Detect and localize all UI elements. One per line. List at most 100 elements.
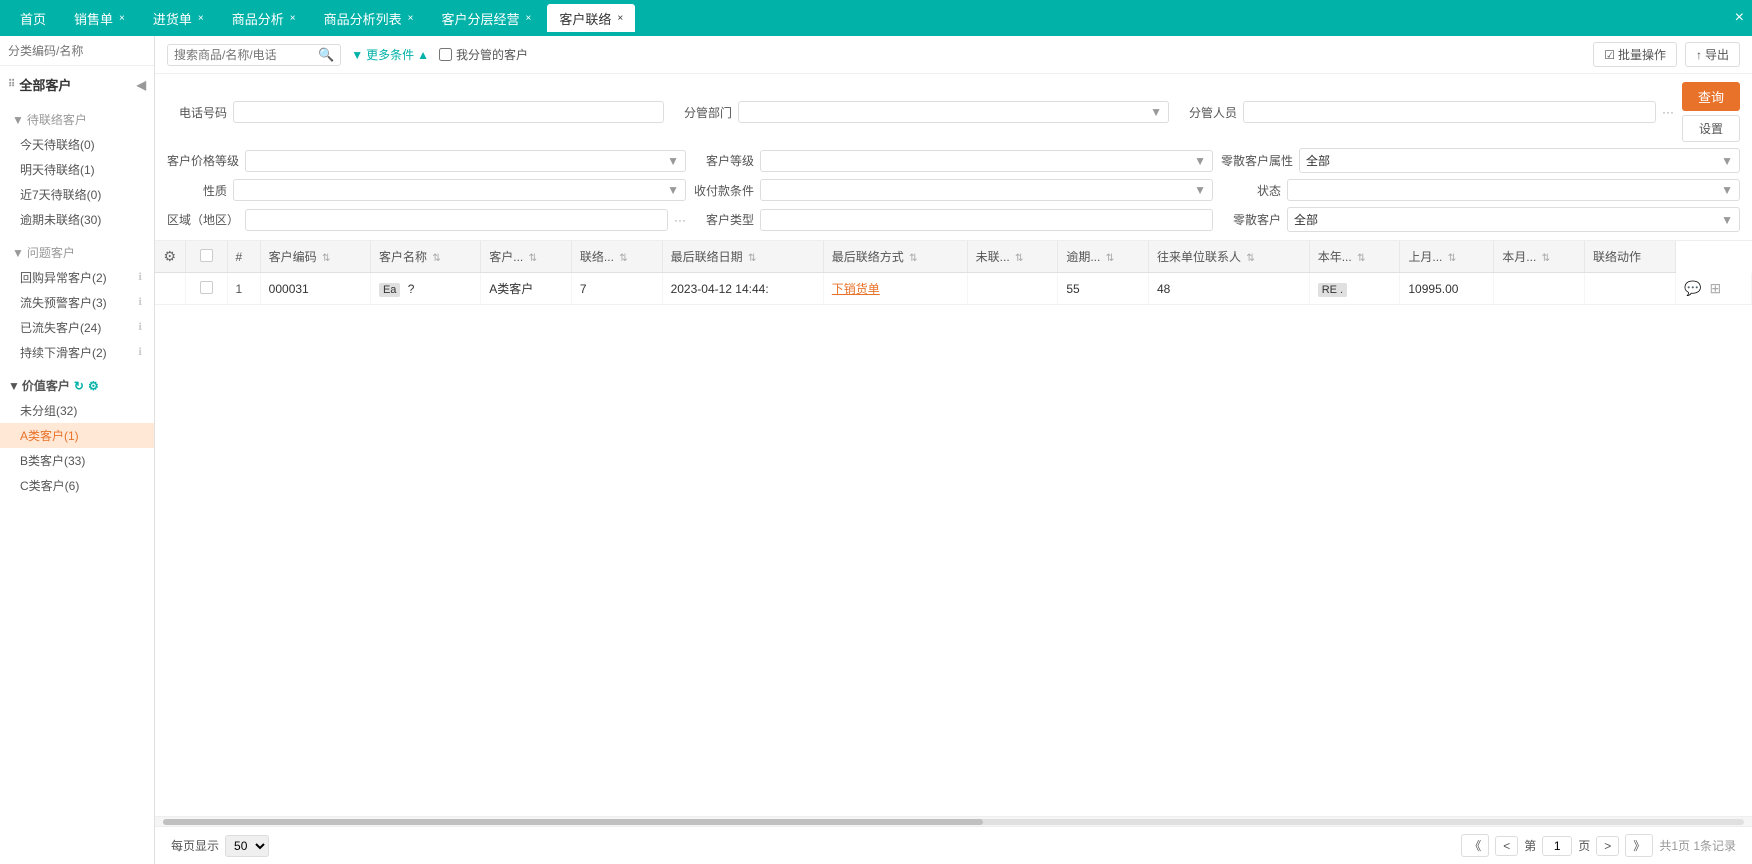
- first-page-button[interactable]: 《: [1461, 834, 1489, 857]
- per-page-select[interactable]: 50: [225, 835, 269, 857]
- manager-more-icon[interactable]: ···: [1662, 105, 1674, 119]
- th-this-month[interactable]: 本月... ⇅: [1494, 241, 1585, 273]
- all-customers-header[interactable]: ⠿ 全部客户 ◀: [0, 70, 154, 99]
- sort-icon: ⇅: [529, 253, 537, 264]
- sidebar-b-class[interactable]: B类客户(33): [0, 448, 154, 473]
- filter-actions: ☑ 批量操作 ↑ 导出: [1593, 42, 1740, 67]
- select-all-checkbox[interactable]: [200, 249, 213, 262]
- close-tab-analysis-list[interactable]: ×: [408, 13, 414, 24]
- tab-label: 销售单: [74, 9, 113, 28]
- next-page-button[interactable]: >: [1596, 836, 1619, 856]
- close-tab-sales[interactable]: ×: [119, 13, 125, 24]
- gear-icon[interactable]: ⚙: [163, 248, 176, 264]
- close-tab-customer-tier[interactable]: ×: [525, 13, 531, 24]
- sidebar-declining[interactable]: 持续下滑客户(2) ℹ: [0, 340, 154, 365]
- filter-search-icon[interactable]: 🔍: [318, 47, 334, 63]
- th-no: #: [227, 241, 260, 273]
- customer-type-input[interactable]: [760, 209, 1213, 231]
- nav-tab-analysis[interactable]: 商品分析 ×: [220, 4, 308, 32]
- export-icon: ↑: [1696, 48, 1702, 62]
- field-dept: 分管部门 ▼: [672, 101, 1169, 123]
- th-last-month[interactable]: 上月... ⇅: [1400, 241, 1494, 273]
- my-customers-checkbox[interactable]: [439, 48, 452, 61]
- qr-action-icon[interactable]: ⊞: [1709, 280, 1721, 297]
- prev-page-button[interactable]: <: [1495, 836, 1518, 856]
- customer-table: ⚙ # 客户编码 ⇅ 客户名称: [155, 241, 1752, 305]
- retail-attr-select[interactable]: 全部 ▼: [1299, 148, 1740, 173]
- th-name[interactable]: 客户名称 ⇅: [370, 241, 480, 273]
- close-tab-purchase[interactable]: ×: [198, 13, 204, 24]
- tab-label: 客户联络: [559, 9, 611, 28]
- filter-search-input[interactable]: [174, 48, 314, 62]
- manager-input[interactable]: [1243, 101, 1656, 123]
- last-page-button[interactable]: 》: [1625, 834, 1653, 857]
- dept-select[interactable]: ▼: [738, 101, 1169, 123]
- sidebar-a-class[interactable]: A类客户(1): [0, 423, 154, 448]
- th-contact-count[interactable]: 联络... ⇅: [571, 241, 662, 273]
- th-this-year[interactable]: 本年... ⇅: [1309, 241, 1400, 273]
- td-unit-contact: RE .: [1309, 273, 1400, 305]
- export-button[interactable]: ↑ 导出: [1685, 42, 1740, 67]
- nav-tab-customer-tier[interactable]: 客户分层经营 ×: [429, 4, 543, 32]
- sidebar-today-pending[interactable]: 今天待联络(0): [0, 132, 154, 157]
- pending-contact-group: ▼ 待联络客户 今天待联络(0) 明天待联络(1) 近7天待联络(0) 逾期未联…: [0, 103, 154, 236]
- td-this-year: 10995.00: [1400, 273, 1494, 305]
- th-uncontacted[interactable]: 未联... ⇅: [967, 241, 1058, 273]
- collapse-icon[interactable]: ◀: [137, 78, 146, 92]
- triangle-icon: ▼: [12, 113, 24, 127]
- phone-input[interactable]: [233, 101, 664, 123]
- chevron-down-icon: ▼: [1150, 105, 1162, 119]
- close-tab-analysis[interactable]: ×: [290, 13, 296, 24]
- status-select[interactable]: ▼: [1287, 179, 1740, 201]
- row-checkbox[interactable]: [200, 281, 213, 294]
- close-all-button[interactable]: ×: [1735, 9, 1744, 27]
- nav-tab-analysis-list[interactable]: 商品分析列表 ×: [312, 4, 426, 32]
- settings-icon[interactable]: ⚙: [88, 379, 99, 393]
- region-more-icon[interactable]: ···: [674, 213, 686, 227]
- nav-tab-sales[interactable]: 销售单 ×: [62, 4, 137, 32]
- table-header-row: ⚙ # 客户编码 ⇅ 客户名称: [155, 241, 1752, 273]
- sidebar-churned[interactable]: 已流失客户(24) ℹ: [0, 315, 154, 340]
- sidebar-tomorrow-pending[interactable]: 明天待联络(1): [0, 157, 154, 182]
- sidebar-churn-warning[interactable]: 流失预警客户(3) ℹ: [0, 290, 154, 315]
- nav-home[interactable]: 首页: [8, 4, 58, 32]
- close-tab-customer-contact[interactable]: ×: [617, 13, 623, 24]
- td-overdue2: 48: [1149, 273, 1310, 305]
- th-overdue[interactable]: 逾期... ⇅: [1058, 241, 1149, 273]
- th-last-contact-date[interactable]: 最后联络日期 ⇅: [662, 241, 823, 273]
- status-label: 状态: [1221, 182, 1281, 199]
- sidebar-overdue-contact[interactable]: 逾期未联络(30): [0, 207, 154, 232]
- horizontal-scrollbar[interactable]: [155, 816, 1752, 826]
- query-button[interactable]: 查询: [1682, 82, 1740, 111]
- sidebar-ungrouped[interactable]: 未分组(32): [0, 398, 154, 423]
- triangle-icon: ▼: [12, 246, 24, 260]
- price-level-select[interactable]: ▼: [245, 150, 686, 172]
- th-last-contact-method[interactable]: 最后联络方式 ⇅: [823, 241, 967, 273]
- th-code[interactable]: 客户编码 ⇅: [260, 241, 370, 273]
- retail-customer-select[interactable]: 全部 ▼: [1287, 207, 1740, 232]
- refresh-icon[interactable]: ↻: [74, 379, 84, 393]
- manager-label: 分管人员: [1177, 104, 1237, 121]
- customer-level-select[interactable]: ▼: [760, 150, 1213, 172]
- field-phone: 电话号码: [167, 101, 664, 123]
- region-input[interactable]: [245, 209, 668, 231]
- batch-ops-button[interactable]: ☑ 批量操作: [1593, 42, 1677, 67]
- info-icon: ℹ: [138, 297, 142, 308]
- message-action-icon[interactable]: 💬: [1684, 280, 1701, 297]
- sidebar-7day-pending[interactable]: 近7天待联络(0): [0, 182, 154, 207]
- sidebar-search-input[interactable]: [8, 44, 155, 58]
- settings-button[interactable]: 设置: [1682, 115, 1740, 142]
- contact-method-link[interactable]: 下销货单: [832, 282, 880, 296]
- nav-tab-purchase[interactable]: 进货单 ×: [141, 4, 216, 32]
- th-unit-contact[interactable]: 往来单位联系人 ⇅: [1149, 241, 1310, 273]
- scrollbar-thumb[interactable]: [163, 819, 983, 825]
- sidebar-c-class[interactable]: C类客户(6): [0, 473, 154, 498]
- th-type[interactable]: 客户... ⇅: [481, 241, 572, 273]
- sidebar-repurchase-anomaly[interactable]: 回购异常客户(2) ℹ: [0, 265, 154, 290]
- sort-icon: ⇅: [909, 253, 917, 264]
- nature-select[interactable]: ▼: [233, 179, 686, 201]
- nav-tab-customer-contact[interactable]: 客户联络 ×: [547, 4, 635, 32]
- page-number-input[interactable]: [1542, 836, 1572, 856]
- payment-select[interactable]: ▼: [760, 179, 1213, 201]
- filter-more-button[interactable]: ▼ 更多条件 ▲: [351, 46, 429, 63]
